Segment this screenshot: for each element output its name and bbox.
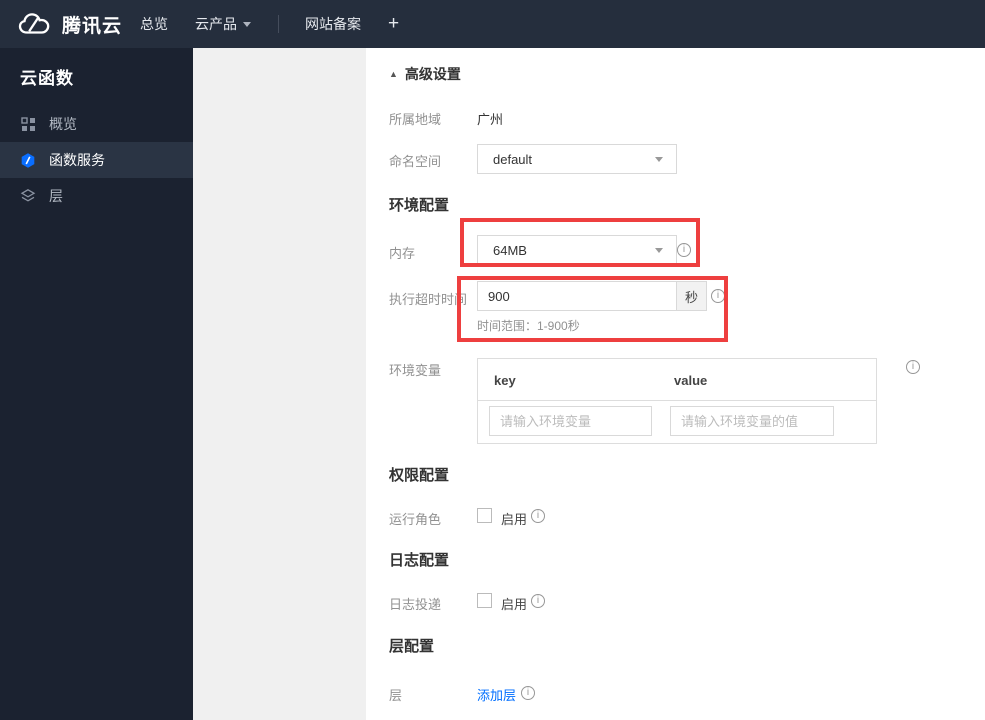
sidebar-item-label: 概览 — [49, 116, 77, 132]
nav-overview-label: 总览 — [140, 16, 168, 32]
memory-info-icon[interactable]: i — [677, 243, 691, 257]
namespace-selected-value: default — [493, 151, 533, 167]
top-navigation-bar: 腾讯云 总览 云产品 网站备案 + — [0, 0, 985, 48]
brand-name: 腾讯云 — [62, 15, 123, 37]
timeout-unit-suffix: 秒 — [676, 281, 707, 311]
timeout-label: 执行超时时间 — [389, 292, 468, 307]
nav-cloud-products-label: 云产品 — [195, 16, 237, 32]
advanced-settings-toggle[interactable]: ▲ 高级设置 — [389, 64, 461, 84]
nav-icp-filing[interactable]: 网站备案 — [305, 14, 361, 34]
cloud-logo-icon — [17, 12, 53, 36]
timeout-info-icon[interactable]: i — [711, 289, 725, 303]
function-config-form: ▲ 高级设置 所属地域 广州 命名空间 default 环境配置 内存 64MB… — [366, 48, 985, 720]
add-layer-link[interactable]: 添加层 — [477, 685, 516, 704]
env-var-value-input[interactable] — [670, 406, 834, 436]
triangle-up-icon: ▲ — [389, 68, 398, 79]
layer-label: 层 — [389, 688, 403, 703]
namespace-label: 命名空间 — [389, 154, 442, 169]
timeout-range-hint: 时间范围：1-900秒 — [477, 319, 580, 333]
section-permission-config: 权限配置 — [389, 467, 450, 484]
advanced-settings-label: 高级设置 — [404, 66, 461, 82]
section-env-config: 环境配置 — [389, 197, 450, 214]
run-role-checkbox[interactable] — [477, 508, 492, 523]
sidebar: 云函数 概览 函数服务 层 — [0, 48, 193, 720]
log-delivery-enable-label: 启用 — [501, 597, 528, 612]
chevron-down-icon — [655, 247, 663, 253]
log-delivery-info-icon[interactable]: i — [531, 594, 545, 608]
run-role-enable-label: 启用 — [501, 512, 528, 527]
region-value: 广州 — [477, 112, 504, 127]
plus-icon: + — [388, 13, 400, 34]
env-vars-table: key value — [477, 358, 877, 444]
chevron-down-icon — [243, 21, 251, 27]
sidebar-item-overview[interactable]: 概览 — [0, 106, 193, 142]
sidebar-item-label: 函数服务 — [49, 152, 105, 168]
nav-add-shortcut-button[interactable]: + — [388, 13, 399, 35]
top-nav-menu: 总览 云产品 网站备案 + — [140, 0, 399, 48]
sidebar-item-label: 层 — [49, 188, 63, 204]
secondary-panel — [193, 48, 366, 720]
nav-icp-filing-label: 网站备案 — [305, 16, 361, 32]
memory-selected-value: 64MB — [493, 242, 527, 258]
nav-overview[interactable]: 总览 — [140, 14, 168, 34]
log-delivery-checkbox[interactable] — [477, 593, 492, 608]
layer-info-icon[interactable]: i — [521, 686, 535, 700]
tencent-cloud-console: 腾讯云 总览 云产品 网站备案 + 云函数 概览 函数服务 层 ▲ 高级设置 所… — [0, 0, 985, 720]
grid-icon — [20, 116, 36, 132]
run-role-label: 运行角色 — [389, 512, 442, 527]
function-hexagon-icon — [20, 152, 36, 168]
sidebar-item-layers[interactable]: 层 — [0, 178, 193, 214]
log-delivery-label: 日志投递 — [389, 597, 442, 612]
namespace-select[interactable]: default — [477, 144, 677, 174]
env-vars-label: 环境变量 — [389, 363, 442, 378]
section-log-config: 日志配置 — [389, 552, 450, 569]
run-role-info-icon[interactable]: i — [531, 509, 545, 523]
env-vars-key-header: key — [494, 373, 516, 388]
timeout-input[interactable] — [477, 281, 677, 311]
env-vars-value-header: value — [674, 373, 708, 388]
nav-cloud-products[interactable]: 云产品 — [195, 14, 251, 34]
env-vars-info-icon[interactable]: i — [906, 360, 920, 374]
section-layer-config: 层配置 — [389, 638, 435, 655]
chevron-down-icon — [655, 156, 663, 162]
env-var-key-input[interactable] — [489, 406, 652, 436]
memory-label: 内存 — [389, 246, 416, 261]
topbar-divider — [278, 15, 279, 33]
env-vars-table-header: key value — [478, 359, 876, 401]
layers-icon — [20, 188, 36, 204]
sidebar-product-title: 云函数 — [20, 69, 74, 88]
sidebar-menu: 概览 函数服务 层 — [0, 106, 193, 214]
memory-select[interactable]: 64MB — [477, 235, 677, 265]
sidebar-item-function-service[interactable]: 函数服务 — [0, 142, 193, 178]
tencent-cloud-logo[interactable]: 腾讯云 — [17, 0, 122, 48]
region-label: 所属地域 — [389, 112, 442, 127]
